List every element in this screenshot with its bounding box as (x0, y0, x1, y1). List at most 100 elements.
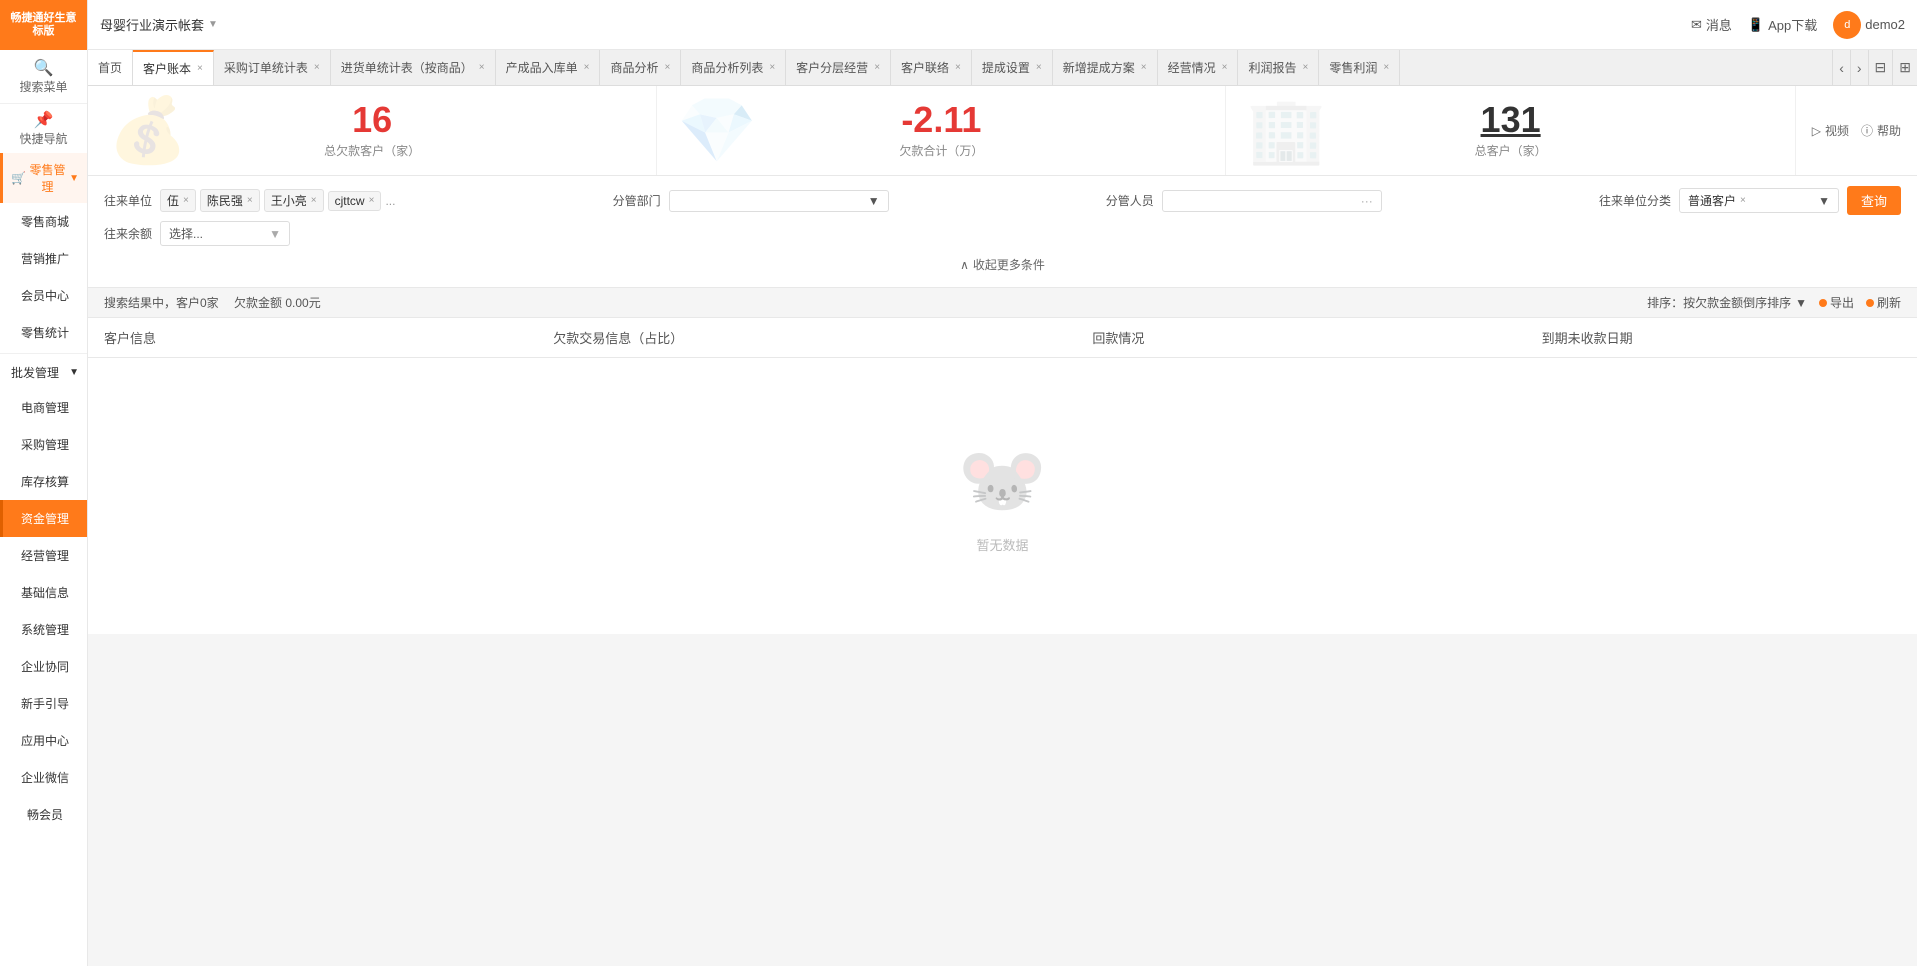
tab-production-inbound[interactable]: 产成品入库单 × (496, 50, 601, 86)
content-area: 💰 16 总欠款客户（家） 💎 -2.11 欠款合计（万） 🏢 131 总客户（… (88, 86, 1917, 966)
tab-customer-contact-label: 客户联络 (901, 59, 949, 76)
close-icon-6[interactable]: × (874, 62, 880, 73)
close-icon-2[interactable]: × (479, 62, 485, 73)
refresh-btn[interactable]: 刷新 (1866, 294, 1901, 311)
tab-expand-btn[interactable]: ⊞ (1892, 50, 1917, 86)
export-btn[interactable]: 导出 (1819, 294, 1854, 311)
category-select[interactable]: 普通客户 × ▼ (1679, 188, 1839, 213)
sort-selector[interactable]: 排序：按欠款金额倒序排序 ▼ (1647, 294, 1807, 311)
close-icon-9[interactable]: × (1141, 62, 1147, 73)
close-icon-10[interactable]: × (1222, 62, 1228, 73)
video-help-btn[interactable]: ▷ 视频 (1812, 122, 1849, 139)
sidebar-item-finance[interactable]: 资金管理 (0, 500, 87, 537)
sidebar-item-retail-mall[interactable]: 零售商城 (0, 203, 87, 240)
debt-amount-text: 欠款金额 0.00元 (234, 296, 321, 310)
tab-scroll-left[interactable]: ‹ (1832, 50, 1850, 86)
tab-scroll-right[interactable]: › (1850, 50, 1868, 86)
store-selector[interactable]: 母婴行业演示帐套 ▼ (100, 15, 218, 34)
refresh-dot-icon (1866, 299, 1874, 307)
close-icon-8[interactable]: × (1036, 62, 1042, 73)
unit-tag-4-text: cjttcw (335, 194, 365, 208)
tab-purchase-order-stats[interactable]: 采购订单统计表 × (214, 50, 331, 86)
stat-value-1: 16 (352, 102, 392, 138)
tab-product-analysis-list[interactable]: 商品分析列表 × (681, 50, 786, 86)
tab-commission-settings[interactable]: 提成设置 × (972, 50, 1053, 86)
user-area[interactable]: d demo2 (1833, 11, 1905, 39)
category-tag-close[interactable]: × (1740, 195, 1746, 206)
close-icon-5[interactable]: × (769, 62, 775, 73)
sidebar-item-wholesale[interactable]: 批发管理 ▼ (0, 356, 87, 389)
unit-tag-1-close[interactable]: × (183, 195, 189, 206)
stat-total-debt-customers: 💰 16 总欠款客户（家） (88, 86, 657, 175)
tab-new-commission-label: 新增提成方案 (1063, 59, 1135, 76)
tab-customer-contact[interactable]: 客户联络 × (891, 50, 972, 86)
dept-arrow-icon: ▼ (868, 194, 880, 208)
person-select[interactable]: ··· (1162, 190, 1382, 212)
close-icon-11[interactable]: × (1302, 62, 1308, 73)
balance-arrow-icon: ▼ (269, 227, 281, 241)
sidebar-item-guide[interactable]: 新手引导 (0, 685, 87, 722)
category-tag: 普通客户 × (1688, 192, 1746, 209)
search-result-text: 搜索结果中，客户0家 (104, 296, 219, 310)
unit-tag-4-close[interactable]: × (369, 195, 375, 206)
chevron-down-icon: ▼ (69, 173, 79, 184)
unit-tag-1-text: 伍 (167, 192, 179, 209)
logo-subtitle: 标版 (33, 25, 55, 38)
sidebar-item-system[interactable]: 系统管理 (0, 611, 87, 648)
query-button[interactable]: 查询 (1847, 186, 1901, 215)
query-actions: 排序：按欠款金额倒序排序 ▼ 导出 刷新 (1647, 294, 1901, 311)
sidebar-item-retail-stats[interactable]: 零售统计 (0, 314, 87, 351)
person-more-icon[interactable]: ··· (1361, 194, 1373, 208)
balance-placeholder: 选择... (169, 225, 203, 242)
sidebar-item-search[interactable]: 🔍 搜索菜单 (0, 50, 87, 104)
tab-new-commission[interactable]: 新增提成方案 × (1053, 50, 1158, 86)
close-icon-3[interactable]: × (584, 62, 590, 73)
tab-inbound-stats[interactable]: 进货单统计表（按商品） × (331, 50, 496, 86)
unit-tag-2-close[interactable]: × (247, 195, 253, 206)
avatar: d (1833, 11, 1861, 39)
close-icon-4[interactable]: × (664, 62, 670, 73)
tab-home[interactable]: 首页 (88, 50, 133, 86)
app-download-btn[interactable]: 📱 App下载 (1748, 15, 1817, 34)
sidebar-item-purchase[interactable]: 采购管理 (0, 426, 87, 463)
doc-help-btn[interactable]: ⓘ 帮助 (1861, 122, 1901, 139)
table-header: 客户信息 欠款交易信息（占比） 回款情况 到期未收款日期 (88, 318, 1917, 358)
sidebar-item-inventory[interactable]: 库存核算 (0, 463, 87, 500)
tab-customer-ledger[interactable]: 客户账本 × (133, 50, 214, 86)
sidebar-item-members[interactable]: 会员中心 (0, 277, 87, 314)
sidebar-item-ecommerce[interactable]: 电商管理 (0, 389, 87, 426)
tab-customer-segment[interactable]: 客户分层经营 × (786, 50, 891, 86)
sidebar-item-quicknav[interactable]: 📌 快捷导航 (0, 104, 87, 153)
tab-retail-profit[interactable]: 零售利润 × (1319, 50, 1400, 86)
logo-text: 畅捷通好生意 (11, 12, 77, 25)
chevron-down-icon-2: ▼ (69, 367, 79, 378)
tab-collapse-btn[interactable]: ⊟ (1868, 50, 1893, 86)
sidebar-item-operations[interactable]: 经营管理 (0, 537, 87, 574)
tab-product-analysis[interactable]: 商品分析 × (600, 50, 681, 86)
sidebar-item-retail[interactable]: 🛒 零售管理 ▼ (0, 153, 87, 203)
tab-customer-ledger-close[interactable]: × (197, 63, 203, 74)
unit-tags-more[interactable]: ... (385, 194, 395, 208)
tab-operations[interactable]: 经营情况 × (1158, 50, 1239, 86)
category-tag-text: 普通客户 (1688, 192, 1736, 209)
sidebar-item-marketing[interactable]: 营销推广 (0, 240, 87, 277)
sidebar-item-corp-wechat[interactable]: 企业微信 (0, 759, 87, 796)
message-btn[interactable]: ✉ 消息 (1691, 15, 1732, 34)
balance-select[interactable]: 选择... ▼ (160, 221, 290, 246)
col-header-debt: 欠款交易信息（占比） (553, 328, 1092, 347)
sidebar-item-appstore[interactable]: 应用中心 (0, 722, 87, 759)
sidebar-item-corp-collab[interactable]: 企业协同 (0, 648, 87, 685)
close-icon-1[interactable]: × (314, 62, 320, 73)
empty-text: 暂无数据 (976, 535, 1028, 554)
stat-value-3[interactable]: 131 (1481, 102, 1541, 138)
sidebar-item-member-pro[interactable]: 畅会员 (0, 796, 87, 833)
stat-label-2: 欠款合计（万） (899, 142, 983, 159)
collapse-filters-btn[interactable]: ∧ 收起更多条件 (104, 252, 1901, 277)
app-logo: 畅捷通好生意 标版 (0, 0, 87, 50)
tab-profit-report[interactable]: 利润报告 × (1238, 50, 1319, 86)
sidebar-item-basic-info[interactable]: 基础信息 (0, 574, 87, 611)
unit-tag-3-close[interactable]: × (311, 195, 317, 206)
close-icon-12[interactable]: × (1383, 62, 1389, 73)
dept-select[interactable]: ▼ (669, 190, 889, 212)
close-icon-7[interactable]: × (955, 62, 961, 73)
